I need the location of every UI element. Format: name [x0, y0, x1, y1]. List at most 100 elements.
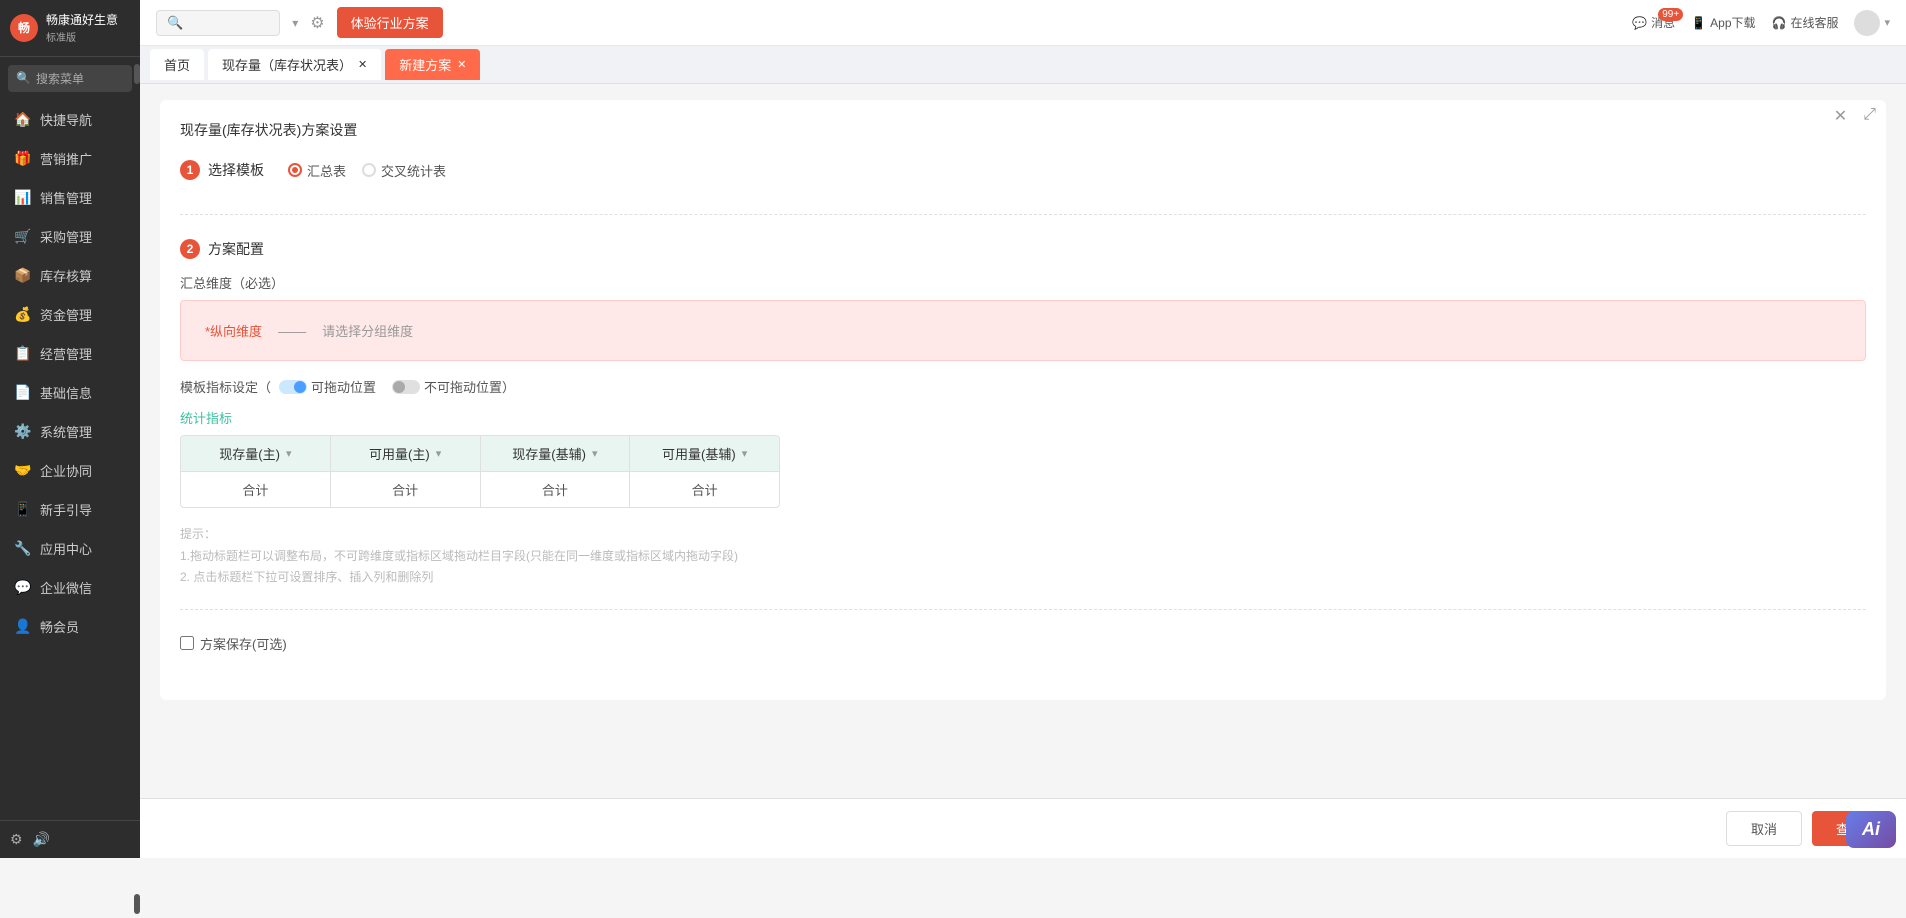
- cancel-button[interactable]: 取消: [1726, 811, 1802, 846]
- sidebar-item-marketing[interactable]: 🎁 营销推广: [0, 139, 140, 178]
- home-icon: 🏠: [14, 110, 32, 128]
- chevron-down-icon: ▾: [1884, 16, 1890, 29]
- sound-icon[interactable]: 🔊: [33, 831, 50, 848]
- doc-icon: 📄: [14, 383, 32, 401]
- save-checkbox[interactable]: [180, 636, 194, 650]
- topbar-gear-icon[interactable]: ⚙: [310, 13, 324, 33]
- toggle-box-off: [392, 380, 420, 394]
- radio-summary[interactable]: 汇总表: [288, 161, 346, 180]
- tip-1: 1.拖动标题栏可以调整布局，不可跨维度或指标区域拖动栏目字段(只能在同一维度或指…: [180, 546, 1866, 568]
- nav-label: 企业协同: [40, 461, 92, 480]
- sidebar-item-sales[interactable]: 📊 销售管理: [0, 178, 140, 217]
- ai-badge[interactable]: Ai: [1846, 811, 1896, 848]
- nav-label: 畅会员: [40, 617, 79, 636]
- stat-col-4-label: 可用量(基辅): [662, 444, 736, 463]
- radio-cross[interactable]: 交叉统计表: [362, 161, 446, 180]
- messages-badge: 99+: [1658, 8, 1683, 21]
- indicator-label: 模板指标设定（ 可拖动位置 不可拖动位置）: [180, 377, 1866, 396]
- chart-icon: 📊: [14, 188, 32, 206]
- nav-label: 采购管理: [40, 227, 92, 246]
- draggable-toggle[interactable]: 可拖动位置: [279, 377, 376, 396]
- search-icon: 🔍: [167, 15, 183, 31]
- stat-section: 统计指标 现存量(主) ▾ 可用量(主) ▾: [180, 408, 1866, 508]
- user-profile[interactable]: ▾: [1854, 10, 1890, 36]
- tab-new-plan[interactable]: 新建方案 ✕: [385, 49, 480, 80]
- search-input[interactable]: [189, 16, 269, 30]
- topbar-dropdown-icon[interactable]: ▾: [292, 16, 298, 30]
- dim-box: *纵向维度 —— 请选择分组维度: [180, 300, 1866, 361]
- app-name: 畅康通好生意: [46, 12, 118, 29]
- stat-col-2-header[interactable]: 可用量(主) ▾: [331, 436, 481, 471]
- content-area: ✕ ⤢ 现存量(库存状况表)方案设置 1 选择模板 汇总表: [140, 84, 1906, 798]
- template-radio-group: 汇总表 交叉统计表: [288, 161, 446, 180]
- sidebar-item-cooperation[interactable]: 🤝 企业协同: [0, 451, 140, 490]
- cart-icon: 🛒: [14, 227, 32, 245]
- sidebar-item-app-center[interactable]: 🔧 应用中心: [0, 529, 140, 568]
- nav-label: 经营管理: [40, 344, 92, 363]
- messages-btn[interactable]: 💬 消息 99+: [1632, 14, 1675, 31]
- radio-cross-label: 交叉统计表: [381, 161, 446, 180]
- save-label: 方案保存(可选): [200, 634, 287, 653]
- topbar-search-box[interactable]: 🔍: [156, 10, 280, 36]
- tool-icon: 🔧: [14, 539, 32, 557]
- nav-label: 库存核算: [40, 266, 92, 285]
- app-download-btn[interactable]: 📱 App下载: [1691, 14, 1755, 31]
- stat-col-1-header[interactable]: 现存量(主) ▾: [181, 436, 331, 471]
- settings-icon[interactable]: ⚙: [10, 831, 23, 848]
- tab-bar: 首页 现存量（库存状况表） ✕ 新建方案 ✕: [140, 46, 1906, 84]
- tab-home[interactable]: 首页: [150, 49, 204, 80]
- toggle-box-on: [279, 380, 307, 394]
- dim-placeholder: 请选择分组维度: [322, 321, 413, 340]
- gift-icon: 🎁: [14, 149, 32, 167]
- non-draggable-label: 不可拖动位置）: [424, 377, 515, 396]
- tab-new-plan-close[interactable]: ✕: [457, 58, 466, 71]
- trial-btn[interactable]: 体验行业方案: [337, 7, 443, 38]
- nav-label: 资金管理: [40, 305, 92, 324]
- tab-inventory-close[interactable]: ✕: [358, 58, 367, 71]
- sidebar-item-new-guide[interactable]: 📱 新手引导: [0, 490, 140, 529]
- sidebar-item-basic-info[interactable]: 📄 基础信息: [0, 373, 140, 412]
- sidebar-bottom: ⚙ 🔊: [0, 820, 140, 858]
- topbar: 🔍 ▾ ⚙ 体验行业方案 💬 消息 99+ 📱 App下载 🎧 在线客服 ▾: [140, 0, 1906, 46]
- stat-col-2-label: 可用量(主): [369, 444, 430, 463]
- chat-icon: 💬: [14, 578, 32, 596]
- sidebar-item-quick-nav[interactable]: 🏠 快捷导航: [0, 100, 140, 139]
- sidebar-search[interactable]: 🔍 搜索菜单: [8, 65, 132, 92]
- section1-header: 1 选择模板 汇总表 交叉统计表: [180, 160, 1866, 180]
- tab-new-plan-label: 新建方案: [399, 55, 451, 74]
- stat-col-4-body: 合计: [630, 472, 779, 507]
- sidebar-item-system[interactable]: ⚙️ 系统管理: [0, 412, 140, 451]
- radio-summary-label: 汇总表: [307, 161, 346, 180]
- nav-label: 营销推广: [40, 149, 92, 168]
- app-edition: 标准版: [46, 29, 118, 44]
- chevron-down-icon-2: ▾: [436, 447, 442, 460]
- section-template: 1 选择模板 汇总表 交叉统计表: [180, 160, 1866, 215]
- sidebar-item-purchase[interactable]: 🛒 采购管理: [0, 217, 140, 256]
- sidebar-item-member[interactable]: 👤 畅会员: [0, 607, 140, 646]
- tip-2-text: 2. 点击标题栏下拉可设置排序、插入列和删除列: [180, 567, 433, 589]
- indicator-label-text: 模板指标设定（: [180, 377, 271, 396]
- section2-header: 2 方案配置: [180, 239, 1866, 259]
- scroll-up[interactable]: [134, 64, 140, 84]
- app-download-label: App下载: [1710, 14, 1755, 31]
- chevron-down-icon-3: ▾: [592, 447, 598, 460]
- sidebar-item-inventory[interactable]: 📦 库存核算: [0, 256, 140, 295]
- tab-inventory-status[interactable]: 现存量（库存状况表） ✕: [208, 49, 381, 80]
- section1-label: 选择模板: [208, 160, 264, 180]
- chevron-down-icon-4: ▾: [742, 447, 748, 460]
- non-draggable-toggle[interactable]: 不可拖动位置）: [392, 377, 515, 396]
- customer-service-btn[interactable]: 🎧 在线客服: [1772, 14, 1839, 31]
- scroll-down[interactable]: [134, 894, 140, 914]
- sidebar-item-finance[interactable]: 💰 资金管理: [0, 295, 140, 334]
- sidebar: 畅 畅康通好生意 标准版 🔍 搜索菜单 🏠 快捷导航 🎁 营销推广 📊 销售管理…: [0, 0, 140, 858]
- stat-col-3-header[interactable]: 现存量(基辅) ▾: [481, 436, 631, 471]
- sidebar-item-wechat[interactable]: 💬 企业微信: [0, 568, 140, 607]
- radio-cross-dot: [362, 163, 376, 177]
- tab-home-label: 首页: [164, 55, 190, 74]
- sidebar-item-operations[interactable]: 📋 经营管理: [0, 334, 140, 373]
- expand-panel-btn[interactable]: ⤢: [1857, 104, 1882, 128]
- close-panel-btn[interactable]: ✕: [1828, 104, 1853, 128]
- user-avatar: [1854, 10, 1880, 36]
- stat-col-4-header[interactable]: 可用量(基辅) ▾: [630, 436, 779, 471]
- stat-table: 现存量(主) ▾ 可用量(主) ▾ 现存量(基辅) ▾: [180, 435, 780, 508]
